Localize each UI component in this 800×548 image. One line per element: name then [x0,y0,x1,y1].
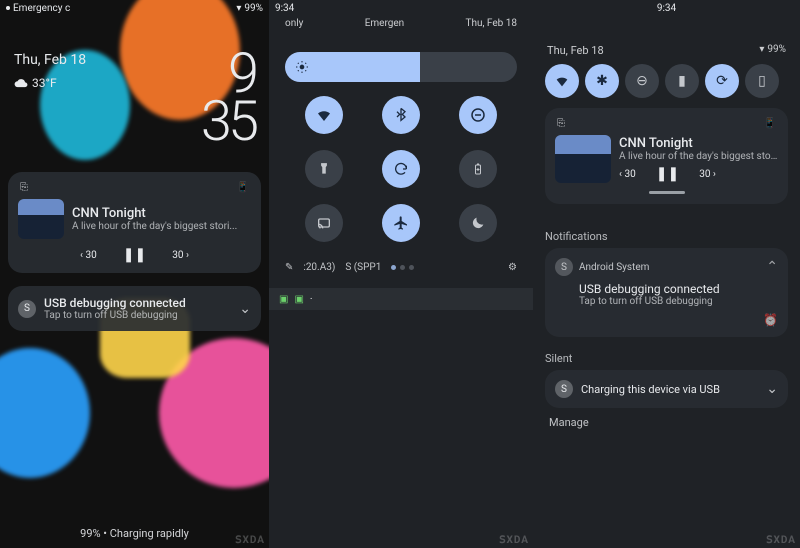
watermark: ꓢXDA [235,535,265,546]
media-title: CNN Tonight [72,206,251,221]
watermark: ꓢXDA [766,535,796,546]
media-thumbnail [555,135,611,183]
pause-button[interactable]: ❚❚ [656,166,679,182]
system-icon: S [18,300,36,318]
android-system-notif[interactable]: S Android System ⌃ USB debugging connect… [545,248,788,337]
battery-text: 99% [244,3,263,14]
phone-icon[interactable]: 📱 [237,182,249,193]
status-bar: Emergency c ▾ 99% [0,0,269,16]
wifi-icon: ▾ [236,3,241,14]
notif-title: Charging this device via USB [581,383,758,396]
night-tile[interactable] [459,204,497,242]
media-thumbnail [18,199,64,239]
lockscreen-panel: Emergency c ▾ 99% Thu, Feb 18 33°F 9 35 … [0,0,269,548]
chevron-down-icon[interactable]: ⌄ [766,381,778,397]
brightness-icon [295,60,309,74]
pager-dots[interactable] [391,265,414,270]
carrier-label: Emergency c [13,3,70,14]
shade-date: Thu, Feb 18 [547,44,604,57]
media-card[interactable]: ⎘ 📱 CNN Tonight A live hour of the day's… [8,172,261,273]
pause-button[interactable]: ❚❚ [123,247,146,263]
status-bar: 9:34 [269,0,533,16]
dnd-tile[interactable] [459,96,497,134]
battery-saver-tile[interactable]: ▯ [745,64,779,98]
charging-status: 99% • Charging rapidly [0,527,269,540]
qs-header: only Emergen Thu, Feb 18 [269,18,533,29]
media-title: CNN Tonight [619,136,778,151]
lockscreen-clock: 9 35 [201,50,255,145]
section-label: Notifications [545,230,788,243]
lockscreen-weather[interactable]: 33°F [14,76,57,90]
temperature: 33°F [32,76,57,90]
phone-icon[interactable]: 📱 [764,118,776,129]
alarm-icon: ⏰ [763,313,778,327]
shade-battery: ▾99% [759,44,786,55]
usb-debug-card[interactable]: S USB debugging connected Tap to turn of… [8,286,261,331]
build-label: :20.A3) [303,262,335,273]
edit-icon[interactable]: ✎ [285,262,293,273]
lockscreen-date: Thu, Feb 18 [14,52,86,68]
rewind-button[interactable]: ‹ 30 [80,250,97,261]
time: 9:34 [657,3,676,14]
app-icon[interactable]: ▣ [294,294,303,305]
taskbar: ▣ ▣ · [269,288,533,310]
flashlight-tile[interactable] [305,150,343,188]
notif-subtitle: Tap to turn off USB debugging [579,296,778,307]
app-name: Android System [579,262,649,273]
chevron-down-icon[interactable]: ⌄ [239,301,251,317]
dnd-tile[interactable]: ⊖ [625,64,659,98]
qs-tiles-compact: ✱ ⊖ ▮ ⟳ ▯ [545,64,788,98]
cast-icon[interactable]: ⎘ [557,118,565,129]
cast-icon[interactable]: ⎘ [20,182,28,193]
section-label: Silent [545,352,788,365]
dot: · [310,294,313,305]
forward-button[interactable]: 30 › [172,250,189,261]
flashlight-tile[interactable]: ▮ [665,64,699,98]
system-icon: S [555,380,573,398]
bluetooth-tile[interactable] [382,96,420,134]
build-label: S (SPP1 [345,262,381,273]
forward-button[interactable]: 30 › [699,169,716,180]
quicksettings-panel: 9:34 only Emergen Thu, Feb 18 ✎ :20.A3) [269,0,533,548]
cloud-icon [14,76,28,90]
drag-handle[interactable] [649,191,685,194]
charging-notif[interactable]: S Charging this device via USB ⌄ [545,370,788,408]
media-subtitle: A live hour of the day's biggest stori..… [619,151,778,162]
watermark: ꓢXDA [499,535,529,546]
time: 9:34 [275,3,294,14]
label: Thu, Feb 18 [465,18,517,29]
brightness-slider[interactable] [285,52,517,82]
rotation-tile[interactable]: ⟳ [705,64,739,98]
app-icon[interactable]: ▣ [279,294,288,305]
chevron-up-icon[interactable]: ⌃ [766,259,778,275]
media-subtitle: A live hour of the day's biggest stori..… [72,221,251,232]
media-card[interactable]: ⎘ 📱 CNN Tonight A live hour of the day's… [545,108,788,204]
label: only [285,18,303,29]
qs-tiles [285,96,517,242]
notif-title: USB debugging connected [579,282,778,296]
notification-shade: 9:34 Thu, Feb 18 ▾99% ✱ ⊖ ▮ ⟳ ▯ ⎘ 📱 CNN … [533,0,800,548]
wifi-tile[interactable] [545,64,579,98]
label: Emergen [365,18,405,29]
bluetooth-tile[interactable]: ✱ [585,64,619,98]
airplane-tile[interactable] [382,204,420,242]
rotation-tile[interactable] [382,150,420,188]
qs-footer: ✎ :20.A3) S (SPP1 ⚙ [285,262,517,273]
cast-tile[interactable] [305,204,343,242]
manage-button[interactable]: Manage [549,416,589,429]
rewind-button[interactable]: ‹ 30 [619,169,636,180]
battery-saver-tile[interactable] [459,150,497,188]
settings-icon[interactable]: ⚙ [508,262,517,273]
status-bar: 9:34 [533,0,800,16]
usb-title: USB debugging connected [44,296,231,310]
usb-subtitle: Tap to turn off USB debugging [44,310,231,321]
wifi-tile[interactable] [305,96,343,134]
system-icon: S [555,258,573,276]
